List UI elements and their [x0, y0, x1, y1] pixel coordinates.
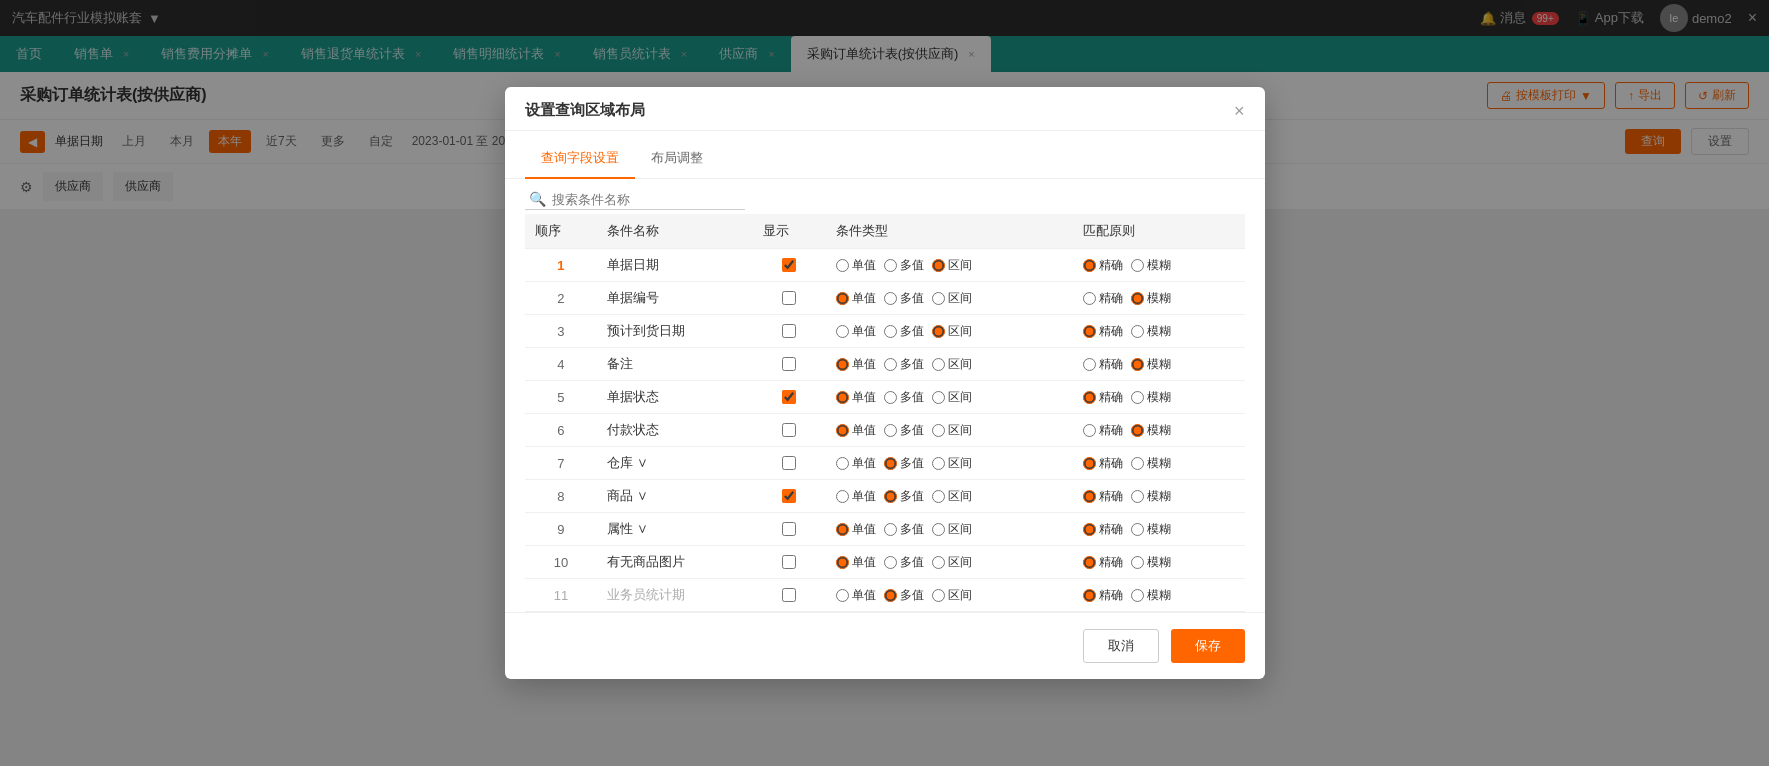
modal-search-area: 🔍: [505, 179, 1265, 210]
modal-title: 设置查询区域布局: [525, 101, 645, 120]
modal-tab-fields[interactable]: 查询字段设置: [525, 143, 635, 179]
search-box: 🔍: [525, 189, 745, 210]
search-icon: 🔍: [529, 191, 546, 207]
modal-close-button[interactable]: ×: [1234, 102, 1245, 120]
modal-tab-layout[interactable]: 布局调整: [635, 143, 719, 179]
modal-header: 设置查询区域布局 ×: [505, 87, 1265, 131]
modal-dialog: 设置查询区域布局 × 查询字段设置 布局调整 🔍 顺序: [505, 87, 1265, 210]
modal-tab-layout-label: 布局调整: [651, 150, 703, 165]
search-input[interactable]: [552, 192, 732, 207]
modal-tab-fields-label: 查询字段设置: [541, 150, 619, 165]
modal-overlay[interactable]: 设置查询区域布局 × 查询字段设置 布局调整 🔍 顺序: [0, 0, 1769, 210]
modal-tabs: 查询字段设置 布局调整: [505, 131, 1265, 179]
